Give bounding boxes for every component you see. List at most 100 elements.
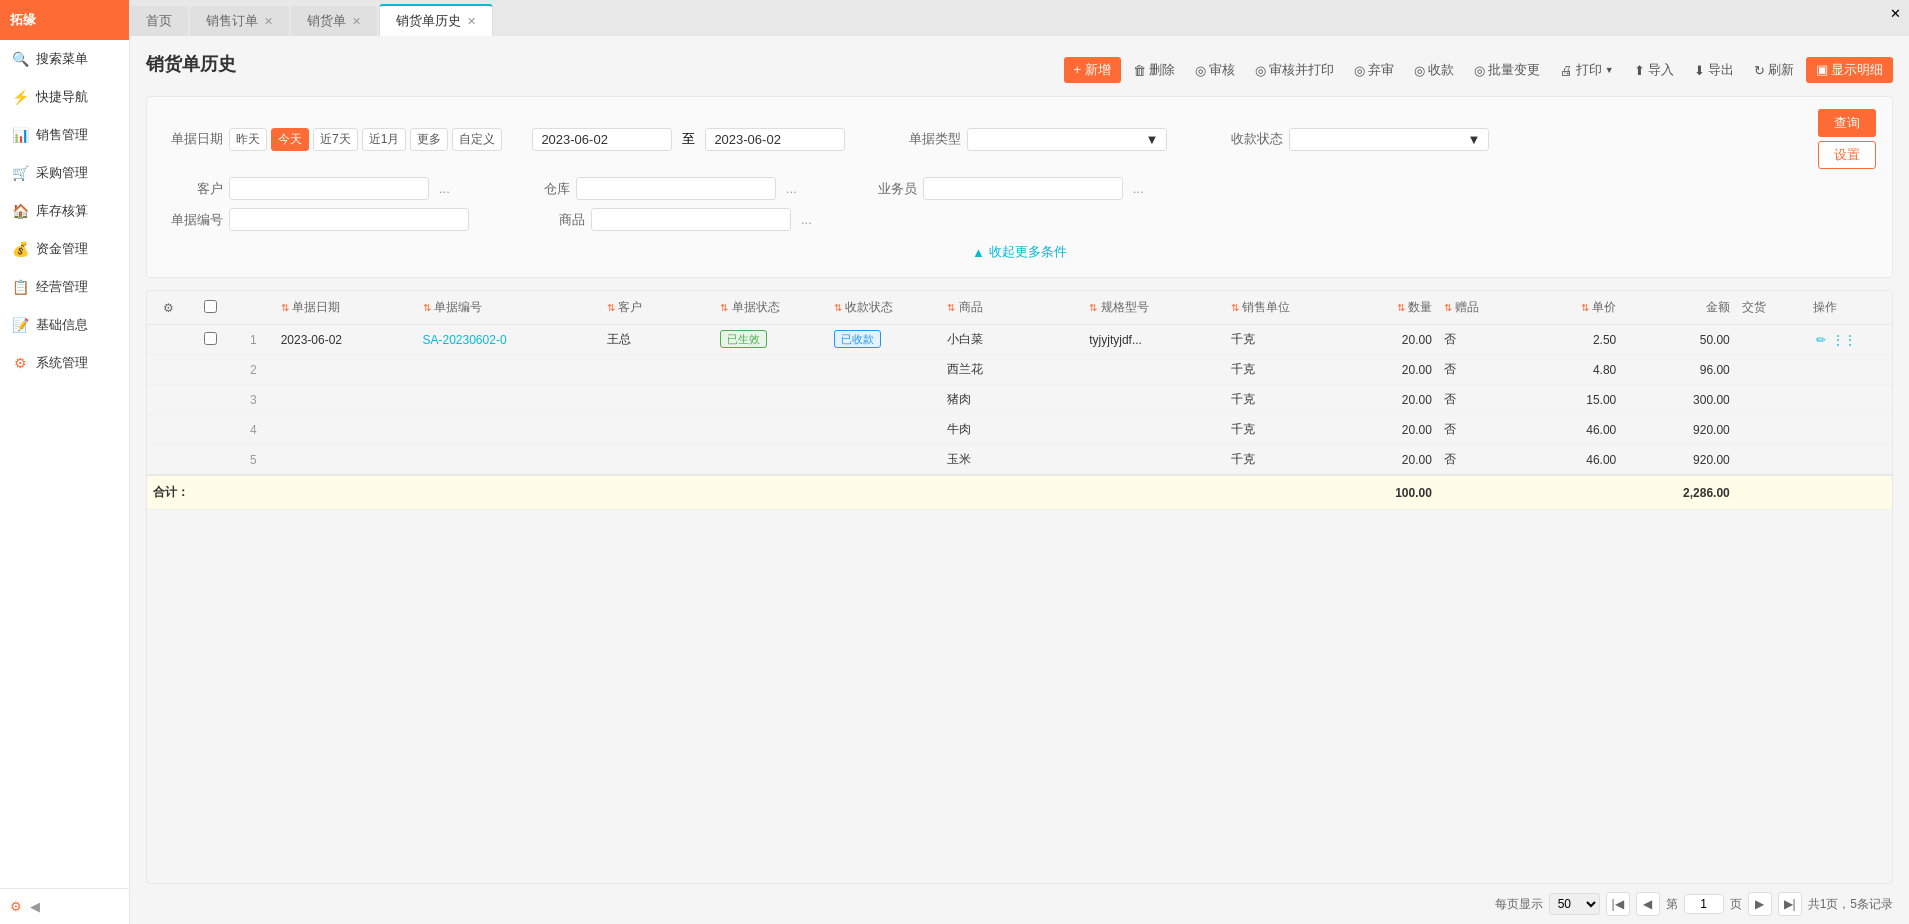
shortcut-yesterday[interactable]: 昨天 [229, 128, 267, 151]
export-button[interactable]: ⬇ 导出 [1686, 57, 1742, 83]
abandon-button[interactable]: ◎ 弃审 [1346, 57, 1402, 83]
row-check[interactable] [190, 385, 233, 415]
col-collect-status[interactable]: ⇅ 收款状态 [828, 291, 941, 325]
collect-status-select[interactable]: ▼ [1289, 128, 1489, 151]
main-area: 首页 销售订单 ✕ 销货单 ✕ 销货单历史 ✕ ✕ 销货单历史 + 新增 🗑 [130, 0, 1909, 924]
col-doc-date[interactable]: ⇅ 单据日期 [275, 291, 417, 325]
edit-action-btn[interactable]: ✏ [1813, 333, 1829, 347]
sidebar-item-sales-mgmt[interactable]: 📊 销售管理 [0, 116, 129, 154]
row-doc-number[interactable] [417, 445, 601, 476]
batch-change-button[interactable]: ◎ 批量变更 [1466, 57, 1548, 83]
next-page-button[interactable]: ▶ [1748, 892, 1772, 916]
shortcut-more[interactable]: 更多 [410, 128, 448, 151]
date-to-input[interactable] [705, 128, 845, 151]
last-page-button[interactable]: ▶| [1778, 892, 1802, 916]
date-from-input[interactable] [532, 128, 672, 151]
shortcut-7days[interactable]: 近7天 [313, 128, 358, 151]
row-checkbox[interactable] [204, 332, 217, 345]
show-detail-button[interactable]: ▣ 显示明细 [1806, 57, 1893, 83]
col-trade: 交货 [1736, 291, 1807, 325]
review-button[interactable]: ◎ 审核 [1187, 57, 1243, 83]
per-page-select[interactable]: 50 20 100 [1549, 893, 1600, 915]
refresh-button[interactable]: ↻ 刷新 [1746, 57, 1802, 83]
sidebar-settings-icon[interactable]: ⚙ [10, 899, 22, 914]
more-action-btn[interactable]: ⋮⋮ [1829, 333, 1859, 347]
warehouse-ellipsis-btn[interactable]: ... [782, 181, 801, 196]
purchase-mgmt-icon: 🛒 [12, 165, 28, 181]
close-sales-history-tab[interactable]: ✕ [467, 15, 476, 28]
filter-settings-button[interactable]: 设置 [1818, 141, 1876, 169]
table-row: 1 2023-06-02 SA-20230602-0 王总 已生效 已收款 小白… [147, 325, 1892, 355]
col-quantity[interactable]: ⇅ 数量 [1339, 291, 1438, 325]
window-close-btn[interactable]: ✕ [1890, 6, 1901, 21]
new-button[interactable]: + 新增 [1064, 57, 1121, 83]
row-trade [1736, 415, 1807, 445]
page-number-input[interactable] [1684, 894, 1724, 914]
sidebar-item-stock-calc[interactable]: 🏠 库存核算 [0, 192, 129, 230]
doc-number-input[interactable] [229, 208, 469, 231]
doc-number-label: 单据编号 [163, 211, 223, 229]
collect-button[interactable]: ◎ 收款 [1406, 57, 1462, 83]
row-doc-number[interactable] [417, 415, 601, 445]
goods-ellipsis-btn[interactable]: ... [797, 212, 816, 227]
prev-page-button[interactable]: ◀ [1636, 892, 1660, 916]
import-button[interactable]: ⬆ 导入 [1626, 57, 1682, 83]
row-check[interactable] [190, 445, 233, 476]
sidebar-item-search-menu[interactable]: 🔍 搜索菜单 [0, 40, 129, 78]
select-all-checkbox[interactable] [204, 300, 217, 313]
export-icon: ⬇ [1694, 63, 1705, 78]
sidebar-item-purchase-mgmt[interactable]: 🛒 采购管理 [0, 154, 129, 192]
sidebar-item-ops-mgmt[interactable]: 📋 经营管理 [0, 268, 129, 306]
col-gift[interactable]: ⇅ 赠品 [1438, 291, 1509, 325]
query-button[interactable]: 查询 [1818, 109, 1876, 137]
col-check[interactable] [190, 291, 233, 325]
tab-home[interactable]: 首页 [130, 6, 188, 36]
col-unit-price[interactable]: ⇅ 单价 [1509, 291, 1622, 325]
close-sales-order-tab[interactable]: ✕ [264, 15, 273, 28]
row-check[interactable] [190, 415, 233, 445]
col-sales-unit[interactable]: ⇅ 销售单位 [1225, 291, 1338, 325]
row-sales-unit: 千克 [1225, 355, 1338, 385]
row-doc-number[interactable] [417, 355, 601, 385]
close-sales-goods-tab[interactable]: ✕ [352, 15, 361, 28]
salesman-input[interactable] [923, 177, 1123, 200]
doc-type-select[interactable]: ▼ [967, 128, 1167, 151]
row-doc-number[interactable] [417, 385, 601, 415]
col-doc-number[interactable]: ⇅ 单据编号 [417, 291, 601, 325]
row-doc-number[interactable]: SA-20230602-0 [417, 325, 601, 355]
collapse-filter-btn[interactable]: ▲ 收起更多条件 [163, 239, 1876, 265]
sidebar-item-fund-mgmt[interactable]: 💰 资金管理 [0, 230, 129, 268]
sidebar-item-sys-mgmt[interactable]: ⚙ 系统管理 [0, 344, 129, 382]
review-print-button[interactable]: ◎ 审核并打印 [1247, 57, 1342, 83]
col-goods[interactable]: ⇅ 商品 [941, 291, 1083, 325]
warehouse-input[interactable] [576, 177, 776, 200]
row-check[interactable] [190, 325, 233, 355]
sort-doc-date-icon: ⇅ [281, 302, 289, 313]
shortcut-today[interactable]: 今天 [271, 128, 309, 151]
delete-button[interactable]: 🗑 删除 [1125, 57, 1183, 83]
col-settings[interactable]: ⚙ [147, 291, 190, 325]
tab-sales-history[interactable]: 销货单历史 ✕ [379, 4, 493, 36]
sidebar-item-label: 销售管理 [36, 126, 88, 144]
row-doc-date [275, 415, 417, 445]
salesman-ellipsis-btn[interactable]: ... [1129, 181, 1148, 196]
col-amount[interactable]: 金额 [1622, 291, 1735, 325]
sidebar-collapse-icon[interactable]: ◀ [30, 899, 40, 914]
shortcut-1month[interactable]: 近1月 [362, 128, 407, 151]
sys-mgmt-icon: ⚙ [12, 355, 28, 371]
tab-sales-order[interactable]: 销售订单 ✕ [190, 6, 289, 36]
row-doc-date [275, 385, 417, 415]
customer-ellipsis-btn[interactable]: ... [435, 181, 454, 196]
sidebar-item-basic-info[interactable]: 📝 基础信息 [0, 306, 129, 344]
col-customer[interactable]: ⇅ 客户 [601, 291, 714, 325]
print-button[interactable]: 🖨 打印 ▼ [1552, 57, 1622, 83]
sidebar-item-quick-nav[interactable]: ⚡ 快捷导航 [0, 78, 129, 116]
col-spec[interactable]: ⇅ 规格型号 [1083, 291, 1225, 325]
first-page-button[interactable]: |◀ [1606, 892, 1630, 916]
shortcut-custom[interactable]: 自定义 [452, 128, 502, 151]
goods-input[interactable] [591, 208, 791, 231]
customer-input[interactable] [229, 177, 429, 200]
tab-sales-goods[interactable]: 销货单 ✕ [291, 6, 377, 36]
row-check[interactable] [190, 355, 233, 385]
col-doc-status[interactable]: ⇅ 单据状态 [714, 291, 827, 325]
